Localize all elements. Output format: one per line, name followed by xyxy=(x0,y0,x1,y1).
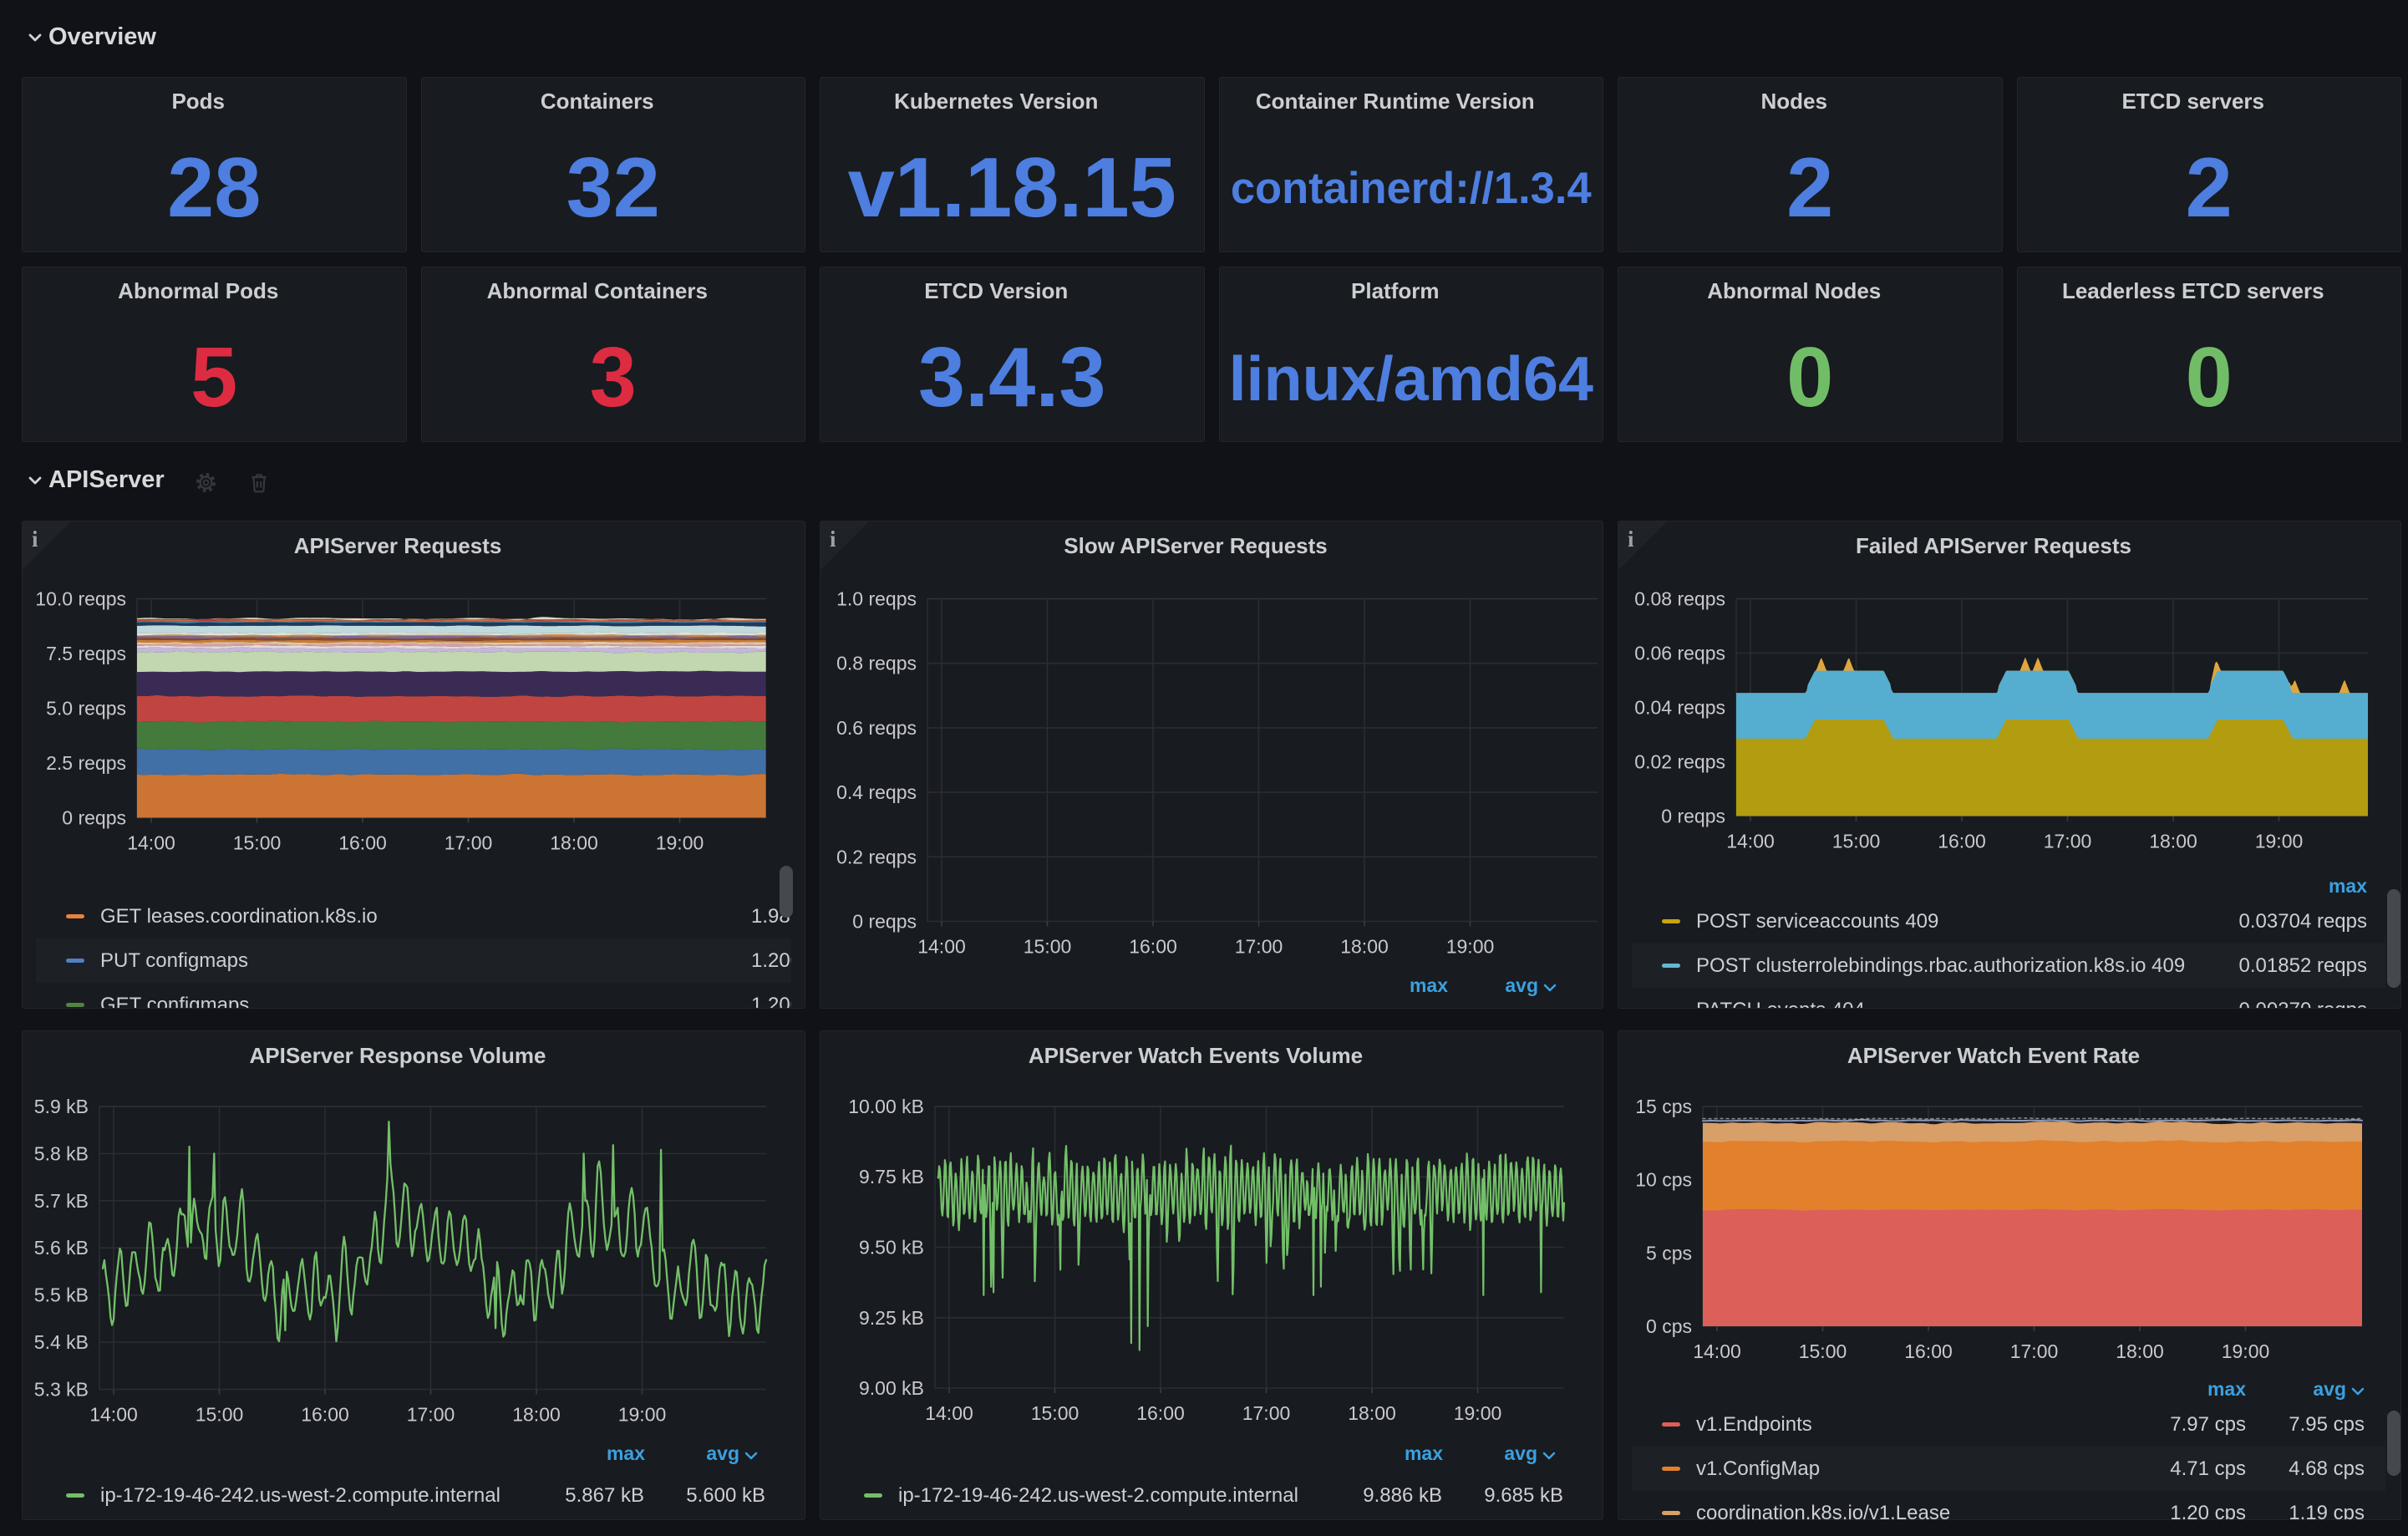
svg-text:15:00: 15:00 xyxy=(233,832,282,853)
svg-text:15:00: 15:00 xyxy=(1799,1340,1847,1362)
svg-text:0.02 reqps: 0.02 reqps xyxy=(1634,750,1725,772)
svg-text:0.2 reqps: 0.2 reqps xyxy=(836,846,917,867)
svg-text:18:00: 18:00 xyxy=(1348,1402,1396,1424)
svg-text:1.0 reqps: 1.0 reqps xyxy=(836,587,917,609)
svg-text:15 cps: 15 cps xyxy=(1635,1096,1692,1117)
svg-text:0 reqps: 0 reqps xyxy=(852,910,917,932)
svg-text:16:00: 16:00 xyxy=(1136,1402,1185,1424)
svg-text:17:00: 17:00 xyxy=(2010,1340,2059,1362)
svg-text:19:00: 19:00 xyxy=(618,1403,667,1425)
svg-text:19:00: 19:00 xyxy=(656,832,704,853)
svg-text:5.3 kB: 5.3 kB xyxy=(34,1378,89,1400)
svg-text:2.5 reqps: 2.5 reqps xyxy=(46,752,126,774)
svg-text:17:00: 17:00 xyxy=(1235,935,1283,957)
svg-text:17:00: 17:00 xyxy=(2044,830,2092,852)
svg-text:0.6 reqps: 0.6 reqps xyxy=(836,716,917,738)
svg-text:19:00: 19:00 xyxy=(1446,935,1495,957)
svg-text:14:00: 14:00 xyxy=(89,1403,138,1425)
svg-text:5.4 kB: 5.4 kB xyxy=(34,1331,89,1353)
svg-text:18:00: 18:00 xyxy=(512,1403,561,1425)
svg-text:16:00: 16:00 xyxy=(1904,1340,1953,1362)
svg-text:15:00: 15:00 xyxy=(1024,935,1072,957)
svg-text:9.75 kB: 9.75 kB xyxy=(859,1166,924,1188)
svg-text:19:00: 19:00 xyxy=(2222,1340,2270,1362)
svg-text:0.06 reqps: 0.06 reqps xyxy=(1634,642,1725,664)
svg-text:18:00: 18:00 xyxy=(1340,935,1389,957)
svg-text:5.7 kB: 5.7 kB xyxy=(34,1189,89,1211)
svg-text:14:00: 14:00 xyxy=(917,935,966,957)
svg-text:0.04 reqps: 0.04 reqps xyxy=(1634,696,1725,718)
svg-text:18:00: 18:00 xyxy=(2116,1340,2164,1362)
svg-text:5.8 kB: 5.8 kB xyxy=(34,1142,89,1164)
svg-text:19:00: 19:00 xyxy=(2255,830,2304,852)
svg-text:0.08 reqps: 0.08 reqps xyxy=(1634,587,1725,609)
svg-text:16:00: 16:00 xyxy=(301,1403,349,1425)
svg-text:19:00: 19:00 xyxy=(1454,1402,1502,1424)
svg-text:10 cps: 10 cps xyxy=(1635,1168,1692,1190)
svg-text:5 cps: 5 cps xyxy=(1646,1242,1692,1264)
svg-text:14:00: 14:00 xyxy=(925,1402,973,1424)
svg-text:16:00: 16:00 xyxy=(1129,935,1177,957)
svg-text:5.9 kB: 5.9 kB xyxy=(34,1096,89,1117)
svg-text:0 reqps: 0 reqps xyxy=(1661,805,1725,826)
svg-text:15:00: 15:00 xyxy=(1832,830,1881,852)
svg-text:0.4 reqps: 0.4 reqps xyxy=(836,781,917,803)
svg-text:16:00: 16:00 xyxy=(338,832,387,853)
svg-text:10.00 kB: 10.00 kB xyxy=(848,1096,924,1117)
svg-text:17:00: 17:00 xyxy=(445,832,493,853)
svg-text:14:00: 14:00 xyxy=(127,832,175,853)
svg-text:9.50 kB: 9.50 kB xyxy=(859,1236,924,1258)
svg-text:9.00 kB: 9.00 kB xyxy=(859,1377,924,1399)
svg-text:0 cps: 0 cps xyxy=(1646,1315,1692,1337)
svg-text:15:00: 15:00 xyxy=(196,1403,244,1425)
svg-text:17:00: 17:00 xyxy=(1242,1402,1291,1424)
svg-text:5.5 kB: 5.5 kB xyxy=(34,1284,89,1305)
svg-text:5.0 reqps: 5.0 reqps xyxy=(46,697,126,719)
svg-text:0 reqps: 0 reqps xyxy=(62,806,126,828)
svg-text:18:00: 18:00 xyxy=(2149,830,2197,852)
svg-text:16:00: 16:00 xyxy=(1938,830,1986,852)
svg-text:5.6 kB: 5.6 kB xyxy=(34,1237,89,1259)
svg-text:0.8 reqps: 0.8 reqps xyxy=(836,652,917,674)
svg-text:15:00: 15:00 xyxy=(1031,1402,1080,1424)
svg-text:9.25 kB: 9.25 kB xyxy=(859,1306,924,1328)
svg-text:14:00: 14:00 xyxy=(1726,830,1775,852)
svg-text:17:00: 17:00 xyxy=(407,1403,455,1425)
svg-text:10.0 reqps: 10.0 reqps xyxy=(35,587,126,609)
svg-text:7.5 reqps: 7.5 reqps xyxy=(46,643,126,664)
svg-text:14:00: 14:00 xyxy=(1693,1340,1741,1362)
svg-text:18:00: 18:00 xyxy=(550,832,598,853)
